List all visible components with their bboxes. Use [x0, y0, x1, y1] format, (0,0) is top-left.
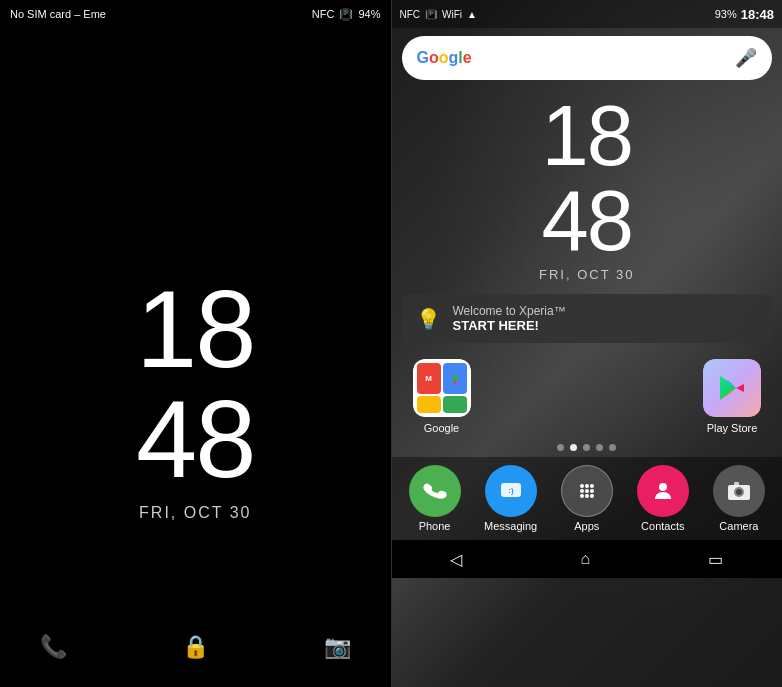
dock-contacts-icon — [637, 465, 689, 517]
lock-time-display: 18 48 FRI, OCT 30 — [136, 108, 254, 687]
play-store-item[interactable]: Play Store — [697, 359, 767, 434]
svg-point-9 — [580, 494, 584, 498]
play-store-icon-box — [703, 359, 761, 417]
google-folder-label: Google — [424, 422, 459, 434]
dock-camera-icon — [713, 465, 765, 517]
home-screen: NFC 📳 WiFi ▲ 93% 18:48 Google 🎤 18 48 FR… — [392, 0, 783, 687]
dock-contacts-label: Contacts — [641, 520, 684, 532]
play-store-label: Play Store — [707, 422, 758, 434]
welcome-notification[interactable]: 💡 Welcome to Xperia™ START HERE! — [402, 294, 773, 343]
lock-battery-icon: 94% — [358, 8, 380, 20]
lock-unlock-icon[interactable]: 🔒 — [182, 634, 209, 660]
svg-point-10 — [585, 494, 589, 498]
lock-carrier-text: No SIM card – Eme — [10, 8, 312, 20]
svg-rect-16 — [734, 482, 739, 486]
dock-contacts-item[interactable]: Contacts — [630, 465, 695, 532]
lock-minute: 48 — [136, 384, 254, 494]
notification-bulb-icon: 💡 — [416, 307, 441, 331]
home-status-left-icons: NFC 📳 WiFi ▲ — [400, 9, 715, 20]
dock-phone-label: Phone — [419, 520, 451, 532]
lock-status-icons: NFC 📳 94% — [312, 8, 381, 21]
svg-point-15 — [736, 489, 742, 495]
lock-hour: 18 — [136, 274, 254, 384]
home-status-time: 18:48 — [741, 7, 774, 22]
google-search-bar[interactable]: Google 🎤 — [402, 36, 773, 80]
navigation-bar: ◁ ⌂ ▭ — [392, 540, 783, 578]
placeholder-mini-2 — [443, 396, 467, 413]
svg-point-5 — [590, 484, 594, 488]
nav-recents-button[interactable]: ▭ — [708, 550, 723, 569]
home-minute: 48 — [541, 178, 632, 263]
page-dot-3 — [583, 444, 590, 451]
google-folder-grid: M — [413, 359, 471, 417]
page-dots — [392, 444, 783, 451]
svg-point-11 — [590, 494, 594, 498]
google-folder-item[interactable]: M Google — [407, 359, 477, 434]
dock-apps-label: Apps — [574, 520, 599, 532]
dock-apps-icon — [561, 465, 613, 517]
dock-messaging-label: Messaging — [484, 520, 537, 532]
lock-status-bar: No SIM card – Eme NFC 📳 94% — [0, 0, 391, 28]
home-wifi-icon: WiFi — [442, 9, 462, 20]
lock-vibrate-icon: 📳 — [339, 8, 353, 21]
dock-apps-item[interactable]: Apps — [554, 465, 619, 532]
lock-bottom-bar: 📞 🔒 📷 — [0, 617, 391, 677]
play-store-icon — [703, 359, 761, 417]
google-folder-icon: M — [413, 359, 471, 417]
lock-phone-shortcut-icon[interactable]: 📞 — [40, 634, 67, 660]
svg-text::): :) — [508, 486, 514, 495]
svg-point-4 — [585, 484, 589, 488]
placeholder-mini-1 — [417, 396, 441, 413]
lock-camera-shortcut-icon[interactable]: 📷 — [324, 634, 351, 660]
home-content: NFC 📳 WiFi ▲ 93% 18:48 Google 🎤 18 48 FR… — [392, 0, 783, 687]
lock-date: FRI, OCT 30 — [139, 504, 251, 522]
page-dot-2 — [570, 444, 577, 451]
google-mic-icon[interactable]: 🎤 — [735, 47, 757, 69]
nav-home-button[interactable]: ⌂ — [580, 550, 590, 568]
page-dot-1 — [557, 444, 564, 451]
google-logo: Google — [417, 49, 472, 67]
lock-nfc-icon: NFC — [312, 8, 335, 20]
dock-messaging-item[interactable]: :) Messaging — [478, 465, 543, 532]
home-time-display: 18 48 FRI, OCT 30 — [392, 93, 783, 282]
dock-camera-item[interactable]: Camera — [706, 465, 771, 532]
notification-title: Welcome to Xperia™ — [453, 304, 566, 318]
svg-point-12 — [659, 483, 667, 491]
dock-camera-label: Camera — [719, 520, 758, 532]
svg-point-3 — [580, 484, 584, 488]
app-dock: Phone :) Messaging — [392, 457, 783, 540]
svg-point-7 — [585, 489, 589, 493]
dock-messaging-icon: :) — [485, 465, 537, 517]
home-signal-icon: ▲ — [467, 9, 477, 20]
svg-point-6 — [580, 489, 584, 493]
home-hour: 18 — [541, 93, 632, 178]
svg-point-8 — [590, 489, 594, 493]
home-status-right: 93% 18:48 — [715, 7, 774, 22]
home-date: FRI, OCT 30 — [539, 267, 634, 282]
home-vibrate-icon: 📳 — [425, 9, 437, 20]
dock-phone-item[interactable]: Phone — [402, 465, 467, 532]
app-icons-row: M Google — [392, 359, 783, 434]
page-dot-4 — [596, 444, 603, 451]
google-search-input[interactable] — [480, 36, 735, 80]
notification-text: Welcome to Xperia™ START HERE! — [453, 304, 566, 333]
gmail-mini-icon: M — [417, 363, 441, 394]
svg-point-0 — [452, 375, 458, 381]
notification-action: START HERE! — [453, 318, 566, 333]
lock-screen: No SIM card – Eme NFC 📳 94% 18 48 FRI, O… — [0, 0, 391, 687]
dock-phone-icon — [409, 465, 461, 517]
home-battery-percent: 93% — [715, 8, 737, 20]
page-dot-5 — [609, 444, 616, 451]
maps-mini-icon — [443, 363, 467, 394]
nav-back-button[interactable]: ◁ — [450, 550, 462, 569]
home-status-bar: NFC 📳 WiFi ▲ 93% 18:48 — [392, 0, 783, 28]
home-nfc-icon: NFC — [400, 9, 421, 20]
